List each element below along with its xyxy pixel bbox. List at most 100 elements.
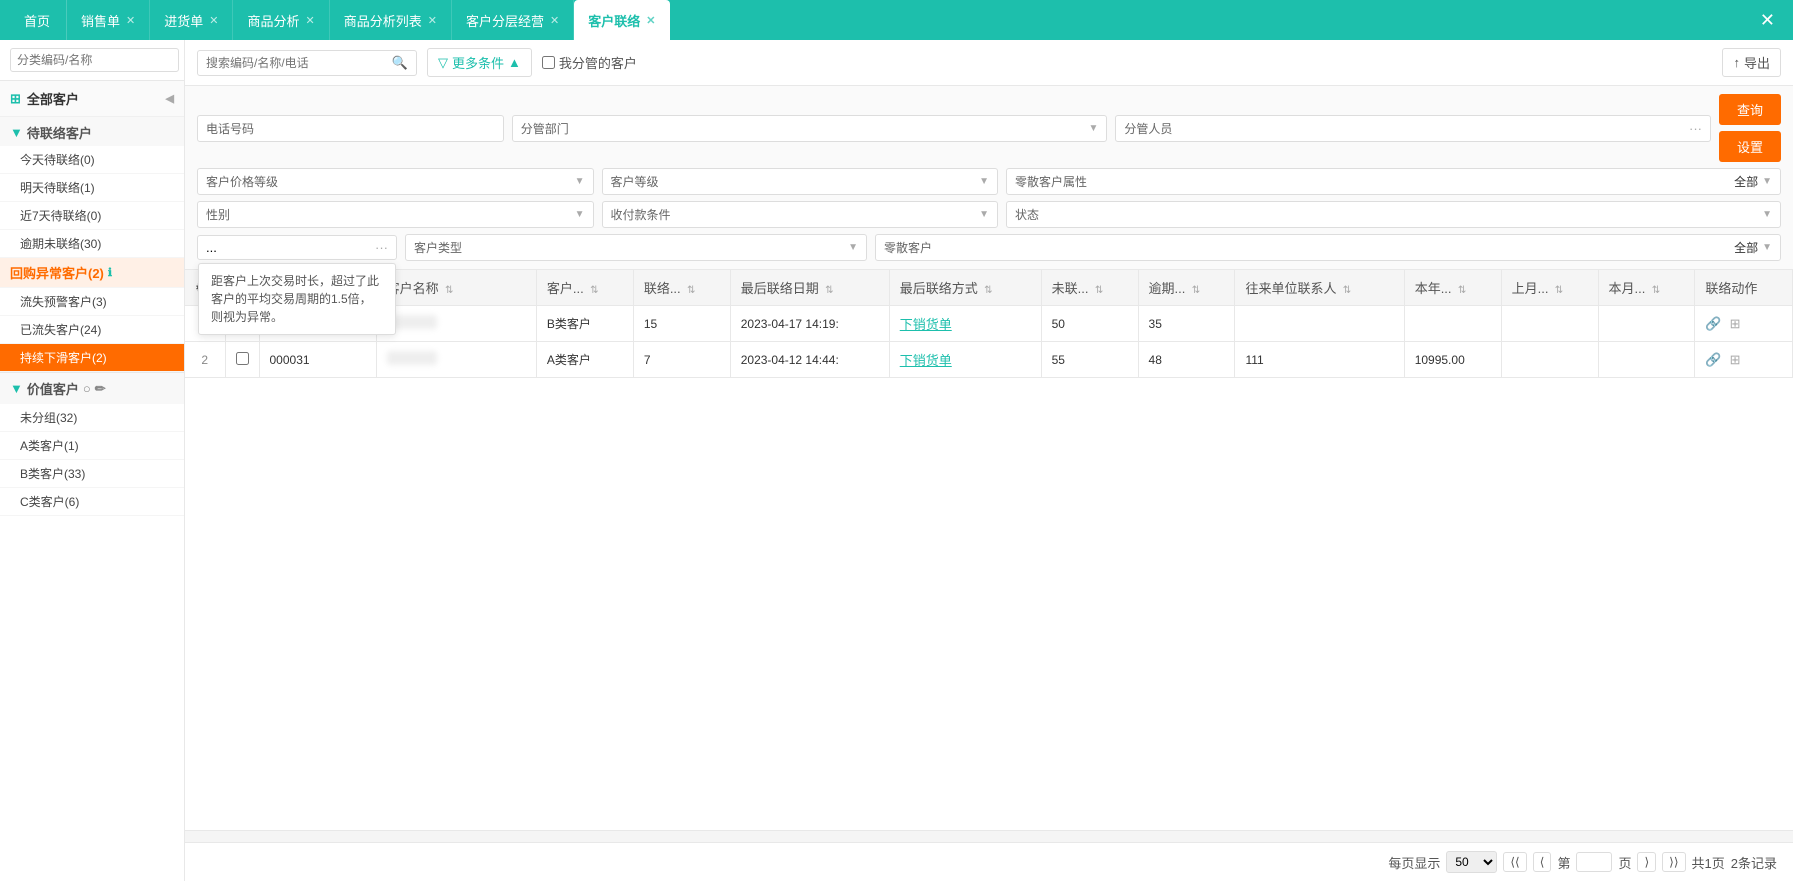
nav-tab-purchase[interactable]: 进货单 ✕ [150,0,233,40]
row-last-method-2[interactable]: 下销货单 [889,342,1041,378]
gender-dropdown-icon[interactable]: ▼ [575,209,585,220]
retail-customer-dropdown-icon[interactable]: ▼ [1762,242,1772,253]
th-this-year[interactable]: 本年... ⇅ [1404,270,1501,306]
th-last-month[interactable]: 上月... ⇅ [1501,270,1598,306]
th-contact-person[interactable]: 往来单位联系人 ⇅ [1235,270,1404,306]
status-dropdown-icon[interactable]: ▼ [1762,209,1772,220]
filter-phone[interactable]: 电话号码 [197,115,504,142]
filter-branch-person[interactable]: 分管人员 ··· [1115,115,1711,142]
export-button[interactable]: ↑ 导出 [1722,48,1781,77]
row-overdue-2: 48 [1138,342,1235,378]
close-tab-product-analysis[interactable]: ✕ [306,14,315,27]
row-name-1[interactable] [376,306,536,342]
sidebar-item-today-pending[interactable]: 今天待联络(0) [0,146,184,174]
my-customers-checkbox[interactable] [542,56,555,69]
sidebar-item-b-class[interactable]: B类客户(33) [0,460,184,488]
th-customer-name[interactable]: 客户名称 ⇅ [376,270,536,306]
more-conditions-btn[interactable]: ▽ 更多条件 ▲ [427,48,532,77]
sidebar-item-churned[interactable]: 已流失客户(24) [0,316,184,344]
nav-tab-sales[interactable]: 销售单 ✕ [67,0,150,40]
grid-icon-2[interactable]: ⊞ [1730,352,1741,368]
main-search-icon[interactable]: 🔍 [392,55,408,71]
edit-icon[interactable]: ✏ [95,381,106,397]
filter-customer-level[interactable]: 客户等级 ▼ [602,168,999,195]
row-last-method-1[interactable]: 下销货单 [889,306,1041,342]
settings-button[interactable]: 设置 [1719,131,1781,162]
filter-status[interactable]: 状态 ▼ [1006,201,1781,228]
nav-tab-product-list[interactable]: 商品分析列表 ✕ [330,0,452,40]
row-code-2[interactable]: 000031 [259,342,376,378]
main-search-input[interactable] [206,56,386,70]
circle-icon[interactable]: ○ [83,381,91,396]
filter-price-level[interactable]: 客户价格等级 ▼ [197,168,594,195]
row-checkbox-2[interactable] [225,342,259,378]
close-window-button[interactable]: ✕ [1750,10,1785,31]
th-last-contact-method[interactable]: 最后联络方式 ⇅ [889,270,1041,306]
filter-branch-dept[interactable]: 分管部门 ▼ [512,115,1108,142]
sidebar-item-week-pending[interactable]: 近7天待联络(0) [0,202,184,230]
sidebar-item-declining[interactable]: 持续下滑客户(2) [0,344,184,372]
nav-home[interactable]: 首页 [8,0,67,40]
th-overdue[interactable]: 逾期... ⇅ [1138,270,1235,306]
nav-tab-customer-contact[interactable]: 客户联络 ✕ [574,0,670,40]
filter-payment-terms[interactable]: 收付款条件 ▼ [602,201,999,228]
close-tab-product-list[interactable]: ✕ [428,14,437,27]
nav-tab-product-analysis[interactable]: 商品分析 ✕ [233,0,329,40]
customer-type-dropdown-icon[interactable]: ▼ [848,242,858,253]
per-page-select[interactable]: 50 100 200 [1446,851,1497,873]
nav-tab-customer-tier[interactable]: 客户分层经营 ✕ [452,0,574,40]
phone-input[interactable] [258,121,495,135]
row-this-month-2 [1598,342,1695,378]
row-level-1: B类客户 [536,306,633,342]
collapse-sidebar-btn[interactable]: ◀ [166,92,174,105]
dots-more-icon[interactable]: ··· [375,240,388,255]
filter-gender[interactable]: 性别 ▼ [197,201,594,228]
first-page-btn[interactable]: ⟨⟨ [1503,852,1526,872]
filter-retail-attr[interactable]: 零散客户属性 全部 ▼ [1006,168,1781,195]
value-group-label: ▼ 价值客户 ○ ✏ [0,372,184,404]
row-level-2: A类客户 [536,342,633,378]
query-button[interactable]: 查询 [1719,94,1781,125]
last-page-btn[interactable]: ⟩⟩ [1662,852,1685,872]
payment-dropdown-icon[interactable]: ▼ [979,209,989,220]
branch-dept-dropdown-icon[interactable]: ▼ [1088,123,1098,134]
link-icon-2[interactable]: 🔗 [1705,352,1721,368]
sidebar-item-a-class[interactable]: A类客户(1) [0,432,184,460]
th-customer-level[interactable]: 客户... ⇅ [536,270,633,306]
sidebar-item-tomorrow-pending[interactable]: 明天待联络(1) [0,174,184,202]
close-tab-purchase[interactable]: ✕ [209,14,218,27]
next-page-btn[interactable]: ⟩ [1637,852,1656,872]
price-level-dropdown-icon[interactable]: ▼ [575,176,585,187]
sidebar-item-c-class[interactable]: C类客户(6) [0,488,184,516]
sidebar-item-repurchase-abnormal[interactable]: 回购异常客户(2) ℹ [0,258,184,288]
pagination: 每页显示 50 100 200 ⟨⟨ ⟨ 第 1 页 ⟩ ⟩⟩ 共1页 2条记录 [185,842,1793,881]
th-uncontacted[interactable]: 未联... ⇅ [1041,270,1138,306]
filter-bar: 🔍 ▽ 更多条件 ▲ 我分管的客户 ↑ 导出 [185,40,1793,86]
sidebar-item-overdue[interactable]: 逾期未联络(30) [0,230,184,258]
close-tab-sales[interactable]: ✕ [126,14,135,27]
horizontal-scrollbar[interactable] [185,830,1793,842]
branch-person-more-icon[interactable]: ··· [1689,121,1702,136]
th-this-month[interactable]: 本月... ⇅ [1598,270,1695,306]
retail-attr-dropdown-icon[interactable]: ▼ [1762,176,1772,187]
info-icon[interactable]: ℹ [108,266,112,279]
current-page-input[interactable]: 1 [1576,852,1612,872]
close-tab-customer-tier[interactable]: ✕ [550,14,559,27]
row-overdue-1: 35 [1138,306,1235,342]
th-last-contact-date[interactable]: 最后联络日期 ⇅ [730,270,889,306]
grid-icon-1[interactable]: ⊞ [1730,316,1741,332]
link-icon-1[interactable]: 🔗 [1705,316,1721,332]
th-contact-count[interactable]: 联络... ⇅ [633,270,730,306]
sidebar-search-input[interactable] [10,48,179,72]
my-customers-checkbox-wrap[interactable]: 我分管的客户 [542,53,637,72]
row-name-2[interactable] [376,342,536,378]
close-tab-customer-contact[interactable]: ✕ [646,14,655,27]
sidebar-item-churn-warning[interactable]: 流失预警客户(3) [0,288,184,316]
row-year-1 [1404,306,1501,342]
customer-level-dropdown-icon[interactable]: ▼ [979,176,989,187]
filter-customer-type[interactable]: 客户类型 ▼ [405,234,867,261]
filter-dots[interactable]: ... ··· 距客户上次交易时长，超过了此客户的平均交易周期的1.5倍，则视为… [197,235,397,260]
sidebar-item-ungroup[interactable]: 未分组(32) [0,404,184,432]
prev-page-btn[interactable]: ⟨ [1533,852,1552,872]
filter-retail-customer[interactable]: 零散客户 全部 ▼ [875,234,1781,261]
